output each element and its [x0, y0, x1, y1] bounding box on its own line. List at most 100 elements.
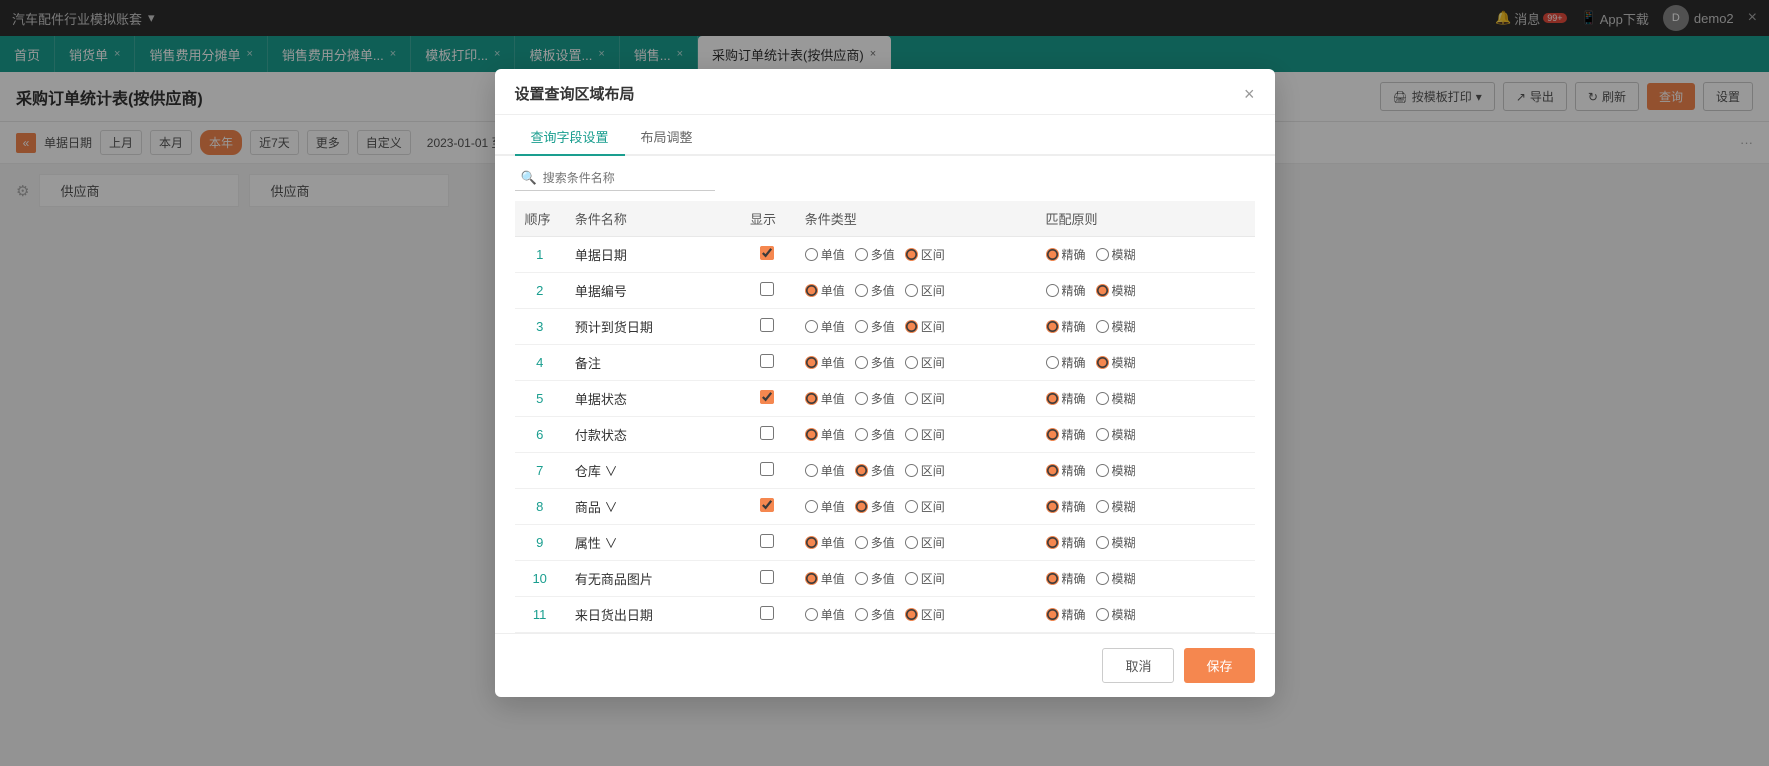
cell-name-4: 单据状态	[565, 381, 740, 417]
show-checkbox-7[interactable]	[760, 498, 774, 512]
match-radio-精确-9[interactable]: 精确	[1046, 570, 1086, 587]
type-radio-单值-7[interactable]: 单值	[805, 498, 845, 515]
type-radio-区间-0[interactable]: 区间	[905, 246, 945, 263]
cell-match-9: 精确模糊	[1036, 561, 1255, 597]
match-radio-精确-6[interactable]: 精确	[1046, 462, 1086, 479]
type-radio-区间-2[interactable]: 区间	[905, 318, 945, 335]
cell-order-4: 5	[515, 381, 565, 417]
show-checkbox-1[interactable]	[760, 282, 774, 296]
type-radio-区间-7[interactable]: 区间	[905, 498, 945, 515]
type-radio-多值-5[interactable]: 多值	[855, 426, 895, 443]
cell-show-7[interactable]	[740, 489, 795, 525]
cell-order-0: 1	[515, 237, 565, 273]
match-radio-模糊-0[interactable]: 模糊	[1096, 246, 1136, 263]
table-row: 9属性 ∨单值多值区间精确模糊	[515, 525, 1255, 561]
tab-query-fields[interactable]: 查询字段设置	[515, 119, 625, 156]
cell-show-3[interactable]	[740, 345, 795, 381]
cell-show-1[interactable]	[740, 273, 795, 309]
type-radio-多值-6[interactable]: 多值	[855, 462, 895, 479]
tab-layout[interactable]: 布局调整	[625, 119, 709, 156]
match-radio-精确-10[interactable]: 精确	[1046, 606, 1086, 623]
type-radio-区间-6[interactable]: 区间	[905, 462, 945, 479]
match-radio-模糊-1[interactable]: 模糊	[1096, 282, 1136, 299]
match-radio-精确-1[interactable]: 精确	[1046, 282, 1086, 299]
type-radio-多值-4[interactable]: 多值	[855, 390, 895, 407]
show-checkbox-10[interactable]	[760, 606, 774, 620]
type-radio-区间-3[interactable]: 区间	[905, 354, 945, 371]
match-radio-精确-5[interactable]: 精确	[1046, 426, 1086, 443]
cell-type-0: 单值多值区间	[795, 237, 1036, 273]
col-header-order: 顺序	[515, 201, 565, 237]
cell-show-6[interactable]	[740, 453, 795, 489]
type-radio-单值-6[interactable]: 单值	[805, 462, 845, 479]
type-radio-多值-9[interactable]: 多值	[855, 570, 895, 587]
cell-show-0[interactable]	[740, 237, 795, 273]
type-radio-单值-1[interactable]: 单值	[805, 282, 845, 299]
type-radio-多值-10[interactable]: 多值	[855, 606, 895, 623]
type-radio-多值-0[interactable]: 多值	[855, 246, 895, 263]
show-checkbox-2[interactable]	[760, 318, 774, 332]
type-radio-区间-10[interactable]: 区间	[905, 606, 945, 623]
table-row: 8商品 ∨单值多值区间精确模糊	[515, 489, 1255, 525]
search-icon: 🔍	[521, 170, 537, 186]
match-radio-精确-3[interactable]: 精确	[1046, 354, 1086, 371]
type-radio-区间-1[interactable]: 区间	[905, 282, 945, 299]
cell-name-2: 预计到货日期	[565, 309, 740, 345]
type-radio-单值-8[interactable]: 单值	[805, 534, 845, 551]
match-radio-精确-2[interactable]: 精确	[1046, 318, 1086, 335]
table-row: 6付款状态单值多值区间精确模糊	[515, 417, 1255, 453]
dialog-close-button[interactable]: ×	[1244, 85, 1255, 103]
type-radio-单值-4[interactable]: 单值	[805, 390, 845, 407]
cancel-button[interactable]: 取消	[1102, 648, 1174, 683]
type-radio-多值-1[interactable]: 多值	[855, 282, 895, 299]
type-radio-区间-9[interactable]: 区间	[905, 570, 945, 587]
cell-match-2: 精确模糊	[1036, 309, 1255, 345]
type-radio-单值-10[interactable]: 单值	[805, 606, 845, 623]
type-radio-多值-7[interactable]: 多值	[855, 498, 895, 515]
type-radio-区间-8[interactable]: 区间	[905, 534, 945, 551]
type-radio-单值-9[interactable]: 单值	[805, 570, 845, 587]
type-radio-区间-5[interactable]: 区间	[905, 426, 945, 443]
type-radio-区间-4[interactable]: 区间	[905, 390, 945, 407]
cell-type-2: 单值多值区间	[795, 309, 1036, 345]
cell-show-10[interactable]	[740, 597, 795, 633]
match-radio-精确-8[interactable]: 精确	[1046, 534, 1086, 551]
match-radio-模糊-8[interactable]: 模糊	[1096, 534, 1136, 551]
type-radio-单值-5[interactable]: 单值	[805, 426, 845, 443]
cell-show-2[interactable]	[740, 309, 795, 345]
table-row: 4备注单值多值区间精确模糊	[515, 345, 1255, 381]
show-checkbox-6[interactable]	[760, 462, 774, 476]
type-radio-单值-2[interactable]: 单值	[805, 318, 845, 335]
show-checkbox-5[interactable]	[760, 426, 774, 440]
type-radio-多值-8[interactable]: 多值	[855, 534, 895, 551]
type-radio-多值-2[interactable]: 多值	[855, 318, 895, 335]
match-radio-模糊-6[interactable]: 模糊	[1096, 462, 1136, 479]
cell-show-4[interactable]	[740, 381, 795, 417]
match-radio-模糊-3[interactable]: 模糊	[1096, 354, 1136, 371]
match-radio-模糊-5[interactable]: 模糊	[1096, 426, 1136, 443]
type-radio-单值-0[interactable]: 单值	[805, 246, 845, 263]
match-radio-模糊-9[interactable]: 模糊	[1096, 570, 1136, 587]
match-radio-模糊-7[interactable]: 模糊	[1096, 498, 1136, 515]
save-button[interactable]: 保存	[1184, 648, 1254, 683]
show-checkbox-8[interactable]	[760, 534, 774, 548]
show-checkbox-9[interactable]	[760, 570, 774, 584]
show-checkbox-4[interactable]	[760, 390, 774, 404]
col-header-name: 条件名称	[565, 201, 740, 237]
cell-order-8: 9	[515, 525, 565, 561]
search-input[interactable]	[543, 171, 703, 185]
match-radio-精确-0[interactable]: 精确	[1046, 246, 1086, 263]
cell-show-5[interactable]	[740, 417, 795, 453]
cell-show-9[interactable]	[740, 561, 795, 597]
match-radio-精确-7[interactable]: 精确	[1046, 498, 1086, 515]
match-radio-模糊-4[interactable]: 模糊	[1096, 390, 1136, 407]
match-radio-精确-4[interactable]: 精确	[1046, 390, 1086, 407]
show-checkbox-0[interactable]	[760, 246, 774, 260]
type-radio-单值-3[interactable]: 单值	[805, 354, 845, 371]
match-radio-模糊-10[interactable]: 模糊	[1096, 606, 1136, 623]
show-checkbox-3[interactable]	[760, 354, 774, 368]
cell-show-8[interactable]	[740, 525, 795, 561]
type-radio-多值-3[interactable]: 多值	[855, 354, 895, 371]
table-row: 3预计到货日期单值多值区间精确模糊	[515, 309, 1255, 345]
match-radio-模糊-2[interactable]: 模糊	[1096, 318, 1136, 335]
